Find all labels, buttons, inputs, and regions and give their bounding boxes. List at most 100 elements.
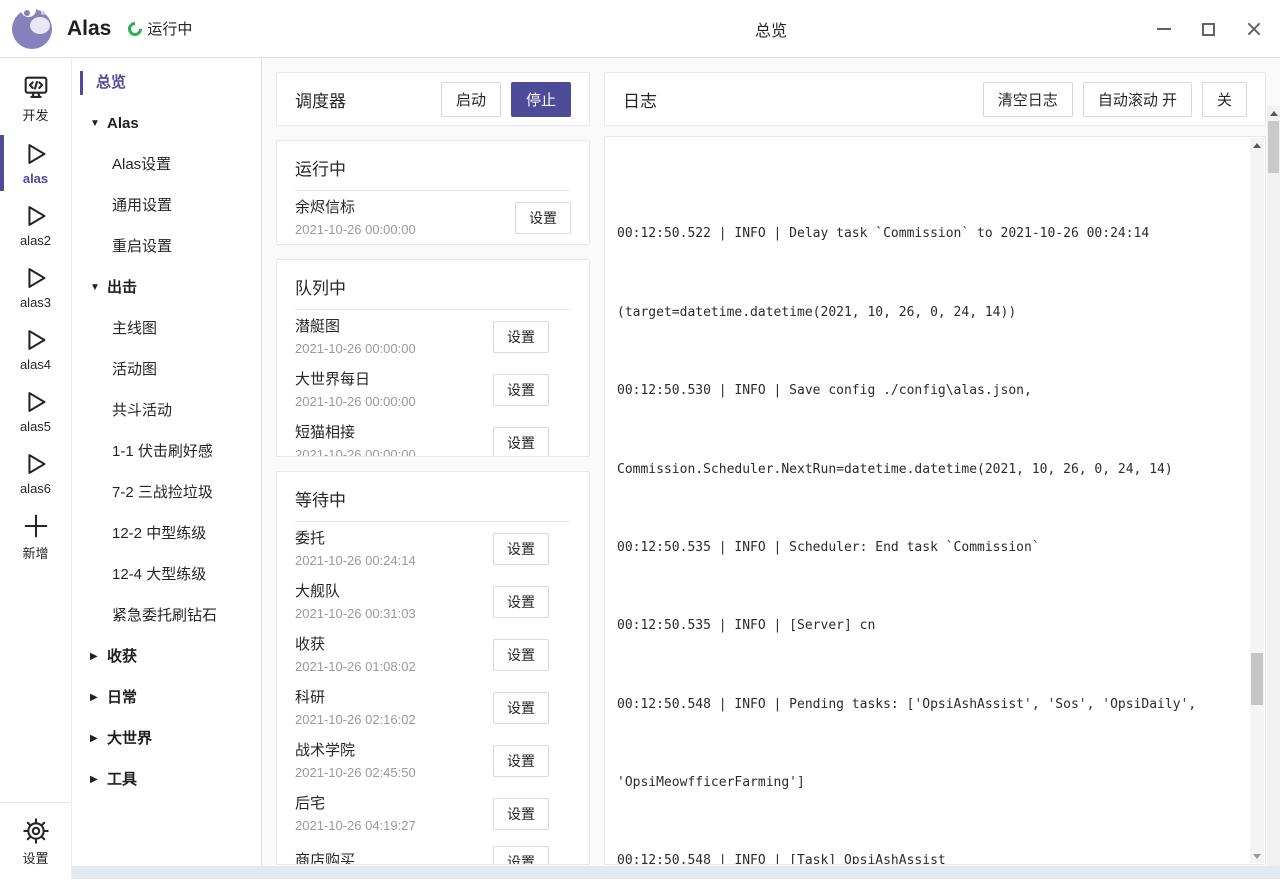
- maximize-button[interactable]: [1186, 0, 1231, 58]
- menu-item-label: 工具: [107, 769, 137, 791]
- group-arrow-icon: ▼: [90, 113, 107, 135]
- menu-item-label: Alas: [107, 113, 139, 135]
- menu-item[interactable]: 主线图: [72, 318, 261, 340]
- task-row: 潜艇图 2021-10-26 00:00:00 设置: [295, 310, 549, 363]
- task-next-run-time: 2021-10-26 02:16:02: [295, 712, 416, 728]
- scroll-down-icon[interactable]: [1250, 849, 1263, 863]
- alas-logo-icon: [12, 9, 52, 49]
- pending-title: 队列中: [295, 274, 571, 310]
- menu-item[interactable]: 通用设置: [72, 195, 261, 217]
- task-next-run-time: 2021-10-26 00:00:00: [295, 394, 416, 410]
- task-name: 大世界每日: [295, 369, 416, 390]
- task-next-run-time: 2021-10-26 04:19:27: [295, 818, 416, 834]
- instance-item[interactable]: 新增: [0, 504, 71, 570]
- menu-item[interactable]: 12-4 大型练级: [72, 564, 261, 586]
- instance-item[interactable]: 开发: [0, 66, 71, 132]
- running-card: 运行中 余烬信标 2021-10-26 00:00:00 设置: [276, 140, 590, 245]
- horizontal-scrollbar[interactable]: [72, 866, 1280, 879]
- scrollbar-thumb[interactable]: [1251, 653, 1263, 705]
- menu-item-label: 出击: [107, 277, 137, 299]
- log-line: (target=datetime.datetime(2021, 10, 26, …: [617, 303, 1237, 323]
- task-name: 收获: [295, 634, 416, 655]
- autoscroll-toggle-button[interactable]: 自动滚动 开: [1083, 82, 1192, 117]
- instance-item[interactable]: alas3: [0, 256, 71, 318]
- task-setting-button[interactable]: 设置: [515, 202, 571, 234]
- settings-label: 设置: [22, 848, 48, 867]
- waiting-task-list: 委托 2021-10-26 00:24:14 设置 大舰队 2021-10-26…: [295, 522, 571, 864]
- log-output: 00:12:50.522 | INFO | Delay task `Commis…: [617, 146, 1237, 865]
- menu-item[interactable]: 活动图: [72, 359, 261, 381]
- settings-item[interactable]: 设置: [0, 809, 71, 875]
- log-scrollbar[interactable]: [1250, 138, 1264, 863]
- task-setting-button[interactable]: 设置: [493, 533, 549, 565]
- play-icon: [21, 201, 51, 231]
- task-name: 余烬信标: [295, 197, 416, 218]
- menu-item[interactable]: ▶ 大世界: [72, 728, 261, 750]
- page-title: 总览: [262, 17, 1280, 41]
- menu-item[interactable]: ▼ 出击: [72, 277, 261, 299]
- menu-item[interactable]: 紧急委托刷钻石: [72, 605, 261, 627]
- menu-item[interactable]: 重启设置: [72, 236, 261, 258]
- task-setting-button[interactable]: 设置: [493, 586, 549, 618]
- menu-item[interactable]: ▶ 工具: [72, 769, 261, 791]
- scroll-up-icon[interactable]: [1250, 138, 1263, 152]
- menu-item[interactable]: ▼ Alas: [72, 113, 261, 135]
- task-next-run-time: 2021-10-26 00:00:00: [295, 447, 416, 456]
- close-button[interactable]: [1231, 0, 1276, 58]
- instance-label: 开发: [22, 105, 48, 124]
- play-icon: [21, 325, 51, 355]
- menu-item[interactable]: 12-2 中型练级: [72, 523, 261, 545]
- log-line: 00:12:50.530 | INFO | Save config ./conf…: [617, 381, 1237, 401]
- task-row: 商店购买 设置: [295, 840, 549, 864]
- group-arrow-icon: ▶: [90, 769, 107, 791]
- status-label: 运行中: [147, 18, 192, 39]
- task-next-run-time: 2021-10-26 01:08:02: [295, 659, 416, 675]
- clear-log-button[interactable]: 清空日志: [983, 82, 1073, 117]
- scheduler-start-button[interactable]: 启动: [441, 82, 501, 117]
- plus-icon: [21, 511, 51, 541]
- task-setting-button[interactable]: 设置: [493, 374, 549, 406]
- dev-monitor-icon: [21, 73, 51, 103]
- instance-label: alas6: [20, 481, 51, 496]
- task-setting-button[interactable]: 设置: [493, 846, 549, 864]
- menu-item[interactable]: ▶ 收获: [72, 646, 261, 668]
- task-setting-button[interactable]: 设置: [493, 692, 549, 724]
- instance-label: alas4: [20, 357, 51, 372]
- scheduler-title: 调度器: [295, 87, 346, 112]
- instance-item[interactable]: alas4: [0, 318, 71, 380]
- task-setting-button[interactable]: 设置: [493, 321, 549, 353]
- task-name: 潜艇图: [295, 316, 416, 337]
- task-setting-button[interactable]: 设置: [493, 745, 549, 777]
- instance-item[interactable]: alas2: [0, 194, 71, 256]
- waiting-title: 等待中: [295, 486, 571, 522]
- minimize-button[interactable]: [1141, 0, 1186, 58]
- waiting-card: 等待中 委托 2021-10-26 00:24:14 设置: [276, 471, 590, 865]
- menu-item[interactable]: 1-1 伏击刷好感: [72, 441, 261, 463]
- instance-item[interactable]: alas6: [0, 442, 71, 504]
- task-row: 后宅 2021-10-26 04:19:27 设置: [295, 787, 549, 840]
- instance-label: alas5: [20, 419, 51, 434]
- scheduler-panel: 调度器 启动 停止: [276, 72, 590, 126]
- menu-item[interactable]: ▶ 日常: [72, 687, 261, 709]
- instance-item[interactable]: alas5: [0, 380, 71, 442]
- pending-card: 队列中 潜艇图 2021-10-26 00:00:00 设置: [276, 259, 590, 457]
- menu-item[interactable]: 共斗活动: [72, 400, 261, 422]
- title-bar: Alas 运行中 总览: [0, 0, 1280, 58]
- menu-item[interactable]: 7-2 三战捡垃圾: [72, 482, 261, 504]
- menu-item[interactable]: 总览: [72, 72, 261, 94]
- gear-icon: [21, 816, 51, 846]
- task-setting-button[interactable]: 设置: [493, 639, 549, 671]
- running-task-list: 余烬信标 2021-10-26 00:00:00 设置: [295, 191, 571, 244]
- menu-item-label: 收获: [107, 646, 137, 668]
- scheduler-stop-button[interactable]: 停止: [511, 82, 571, 117]
- menu-item[interactable]: Alas设置: [72, 154, 261, 176]
- task-setting-button[interactable]: 设置: [493, 798, 549, 830]
- task-setting-button[interactable]: 设置: [493, 427, 549, 457]
- log-line: Commission.Scheduler.NextRun=datetime.da…: [617, 460, 1237, 480]
- log-line: 00:12:50.548 | INFO | [Task] OpsiAshAssi…: [617, 851, 1237, 865]
- instance-label: 新增: [22, 543, 48, 562]
- instance-item[interactable]: alas: [0, 132, 71, 194]
- menu-sidebar: 总览 ▼ Alas Alas设置 通用设置 重启设置 ▼: [72, 58, 262, 879]
- log-off-button[interactable]: 关: [1202, 82, 1247, 117]
- task-next-run-time: 2021-10-26 02:45:50: [295, 765, 416, 781]
